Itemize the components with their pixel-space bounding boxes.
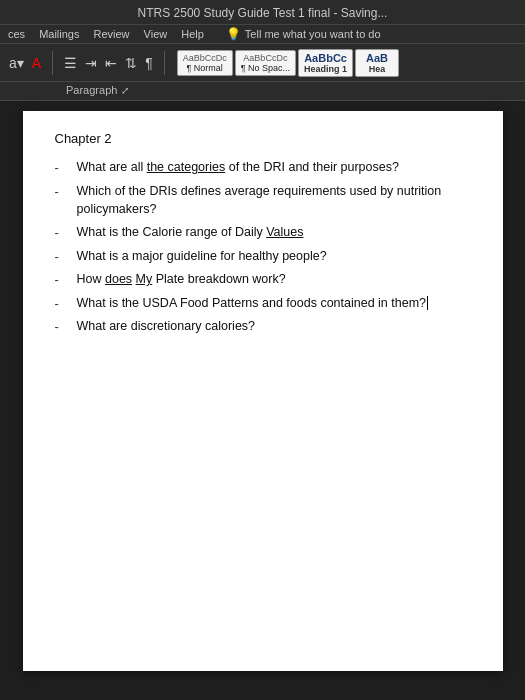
list-item: - What is the Calorie range of Daily Val… bbox=[55, 223, 471, 243]
bullet-3: - bbox=[55, 223, 73, 243]
paragraph-label: Paragraph bbox=[66, 84, 117, 96]
underline-does: does bbox=[105, 272, 132, 286]
title-text: NTRS 2500 Study Guide Test 1 final - Sav… bbox=[138, 6, 388, 20]
divider-2 bbox=[164, 51, 165, 75]
title-bar: NTRS 2500 Study Guide Test 1 final - Sav… bbox=[0, 0, 525, 25]
nav-item-mailings[interactable]: Mailings bbox=[39, 28, 79, 40]
style-normal[interactable]: AaBbCcDc ¶ Normal bbox=[177, 50, 233, 76]
list-item-6-text: What is the USDA Food Patterns and foods… bbox=[77, 294, 429, 313]
list-item: - What is a major guideline for healthy … bbox=[55, 247, 471, 267]
list-item-2-text: Which of the DRIs defines average requir… bbox=[77, 182, 471, 220]
tell-me-box[interactable]: 💡 Tell me what you want to do bbox=[226, 27, 381, 41]
list-item: - Which of the DRIs defines average requ… bbox=[55, 182, 471, 220]
list-item-4-text: What is a major guideline for healthy pe… bbox=[77, 247, 327, 266]
paragraph-group: ☰ ⇥ ⇤ ⇅ ¶ bbox=[61, 53, 156, 73]
lightbulb-icon: 💡 bbox=[226, 27, 241, 41]
ribbon-nav: ces Mailings Review View Help 💡 Tell me … bbox=[0, 25, 525, 44]
style-heading1[interactable]: AaBbCc Heading 1 bbox=[298, 49, 353, 77]
outdent-icon[interactable]: ⇤ bbox=[102, 53, 120, 73]
indent-icon[interactable]: ⇥ bbox=[82, 53, 100, 73]
text-color-icon[interactable]: A bbox=[29, 53, 44, 73]
tell-me-text: Tell me what you want to do bbox=[245, 28, 381, 40]
document-area[interactable]: Chapter 2 - What are all the categories … bbox=[23, 111, 503, 671]
bullet-5: - bbox=[55, 270, 73, 290]
bullet-4: - bbox=[55, 247, 73, 267]
list-item-7-text: What are discretionary calories? bbox=[77, 317, 256, 336]
paragraph-row: Paragraph ⤢ bbox=[0, 82, 525, 101]
nav-item-ces[interactable]: ces bbox=[8, 28, 25, 40]
bullet-2: - bbox=[55, 182, 73, 202]
nav-item-review[interactable]: Review bbox=[93, 28, 129, 40]
list-item-1-text: What are all the categories of the DRI a… bbox=[77, 158, 399, 177]
question-list: - What are all the categories of the DRI… bbox=[55, 158, 471, 337]
nav-item-view[interactable]: View bbox=[144, 28, 168, 40]
divider-1 bbox=[52, 51, 53, 75]
style-no-space[interactable]: AaBbCcDc ¶ No Spac... bbox=[235, 50, 296, 76]
bullet-6: - bbox=[55, 294, 73, 314]
list-icon[interactable]: ☰ bbox=[61, 53, 80, 73]
chapter-heading: Chapter 2 bbox=[55, 131, 471, 146]
font-group: a▾ A bbox=[6, 53, 44, 73]
underline-categories: the categories bbox=[147, 160, 226, 174]
style-heading2[interactable]: AaB Hea bbox=[355, 49, 399, 77]
bullet-1: - bbox=[55, 158, 73, 178]
list-item-5-text: How does My Plate breakdown work? bbox=[77, 270, 286, 289]
underline-my: My bbox=[136, 272, 153, 286]
nav-item-help[interactable]: Help bbox=[181, 28, 204, 40]
paragraph-expand-icon[interactable]: ⤢ bbox=[121, 85, 129, 96]
underline-values: Values bbox=[266, 225, 303, 239]
list-item: - What are all the categories of the DRI… bbox=[55, 158, 471, 178]
list-item: - How does My Plate breakdown work? bbox=[55, 270, 471, 290]
sort-icon[interactable]: ⇅ bbox=[122, 53, 140, 73]
list-item-3-text: What is the Calorie range of Daily Value… bbox=[77, 223, 304, 242]
pilcrow-icon[interactable]: ¶ bbox=[142, 53, 156, 73]
list-item: - What is the USDA Food Patterns and foo… bbox=[55, 294, 471, 314]
styles-area: AaBbCcDc ¶ Normal AaBbCcDc ¶ No Spac... … bbox=[177, 49, 399, 77]
bullet-7: - bbox=[55, 317, 73, 337]
font-size-icon[interactable]: a▾ bbox=[6, 53, 27, 73]
list-item: - What are discretionary calories? bbox=[55, 317, 471, 337]
ribbon-toolbar: a▾ A ☰ ⇥ ⇤ ⇅ ¶ AaBbCcDc ¶ Normal AaBbCcD… bbox=[0, 44, 525, 82]
